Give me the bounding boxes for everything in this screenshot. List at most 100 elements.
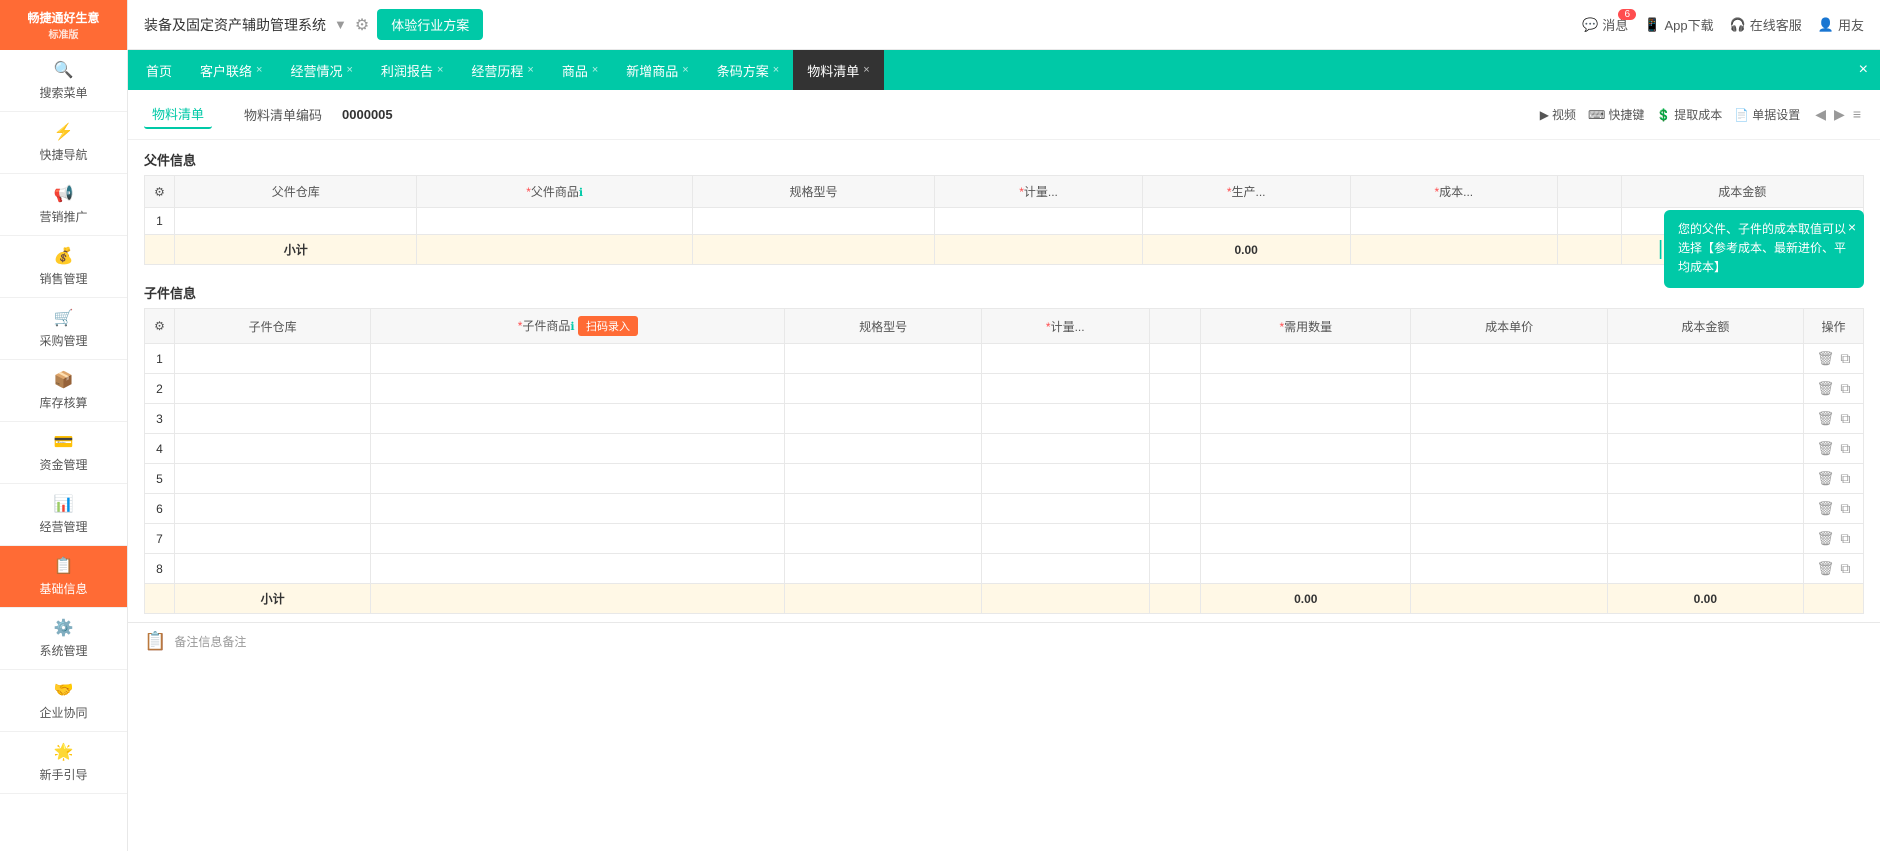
copy-icon[interactable]: ⧉ <box>1840 410 1850 427</box>
child-unit-cell[interactable] <box>981 344 1149 374</box>
child-unit-cost-cell[interactable] <box>1411 524 1607 554</box>
breadcrumb-tab-code[interactable]: 物料清单编码 <box>236 101 330 128</box>
child-unit-cost-cell[interactable] <box>1411 374 1607 404</box>
user-item[interactable]: 👤 用友 <box>1818 15 1864 34</box>
tab-products[interactable]: 商品 × <box>548 50 612 90</box>
sidebar-item-purchase[interactable]: 🛒 采购管理 <box>0 298 127 360</box>
shortcut-button[interactable]: ⌨ 快捷键 <box>1588 106 1644 123</box>
child-product-cell[interactable] <box>371 434 785 464</box>
tab-home[interactable]: 首页 <box>132 50 186 90</box>
copy-icon[interactable]: ⧉ <box>1840 560 1850 577</box>
tab-history[interactable]: 经营历程 × <box>457 50 547 90</box>
child-quantity-cell[interactable] <box>1201 524 1411 554</box>
parent-cost-cell[interactable] <box>1350 208 1558 235</box>
child-product-cell[interactable] <box>371 494 785 524</box>
tab-close-icon[interactable]: × <box>773 64 779 76</box>
child-spec-cell[interactable] <box>785 554 981 584</box>
delete-icon[interactable]: 🗑 <box>1817 410 1835 427</box>
child-warehouse-cell[interactable] <box>175 464 371 494</box>
child-product-cell[interactable] <box>371 404 785 434</box>
tab-close-icon[interactable]: × <box>527 64 533 76</box>
child-quantity-cell[interactable] <box>1201 404 1411 434</box>
tab-barcode[interactable]: 条码方案 × <box>703 50 793 90</box>
child-unit-cell[interactable] <box>981 434 1149 464</box>
child-col-settings[interactable]: ⚙ <box>145 309 175 344</box>
delete-icon[interactable]: 🗑 <box>1817 530 1835 547</box>
delete-icon[interactable]: 🗑 <box>1817 380 1835 397</box>
child-spec-cell[interactable] <box>785 344 981 374</box>
breadcrumb-tab-bom[interactable]: 物料清单 <box>144 100 212 129</box>
parent-production-cell[interactable] <box>1142 208 1350 235</box>
sidebar-item-collab[interactable]: 🤝 企业协同 <box>0 670 127 732</box>
child-warehouse-cell[interactable] <box>175 554 371 584</box>
settings-icon[interactable]: ⚙ <box>355 15 369 35</box>
tab-close-icon[interactable]: × <box>256 64 262 76</box>
sidebar-item-marketing[interactable]: 📢 营销推广 <box>0 174 127 236</box>
child-quantity-cell[interactable] <box>1201 554 1411 584</box>
child-quantity-cell[interactable] <box>1201 344 1411 374</box>
child-product-cell[interactable] <box>371 374 785 404</box>
copy-icon[interactable]: ⧉ <box>1840 470 1850 487</box>
sidebar-item-inventory[interactable]: 📦 库存核算 <box>0 360 127 422</box>
copy-icon[interactable]: ⧉ <box>1840 380 1850 397</box>
tooltip-close-button[interactable]: × <box>1848 216 1856 238</box>
child-product-cell[interactable] <box>371 344 785 374</box>
child-unit-cost-cell[interactable] <box>1411 464 1607 494</box>
delete-icon[interactable]: 🗑 <box>1817 470 1835 487</box>
child-unit-cell[interactable] <box>981 464 1149 494</box>
parent-product-cell[interactable] <box>417 208 692 235</box>
child-spec-cell[interactable] <box>785 374 981 404</box>
message-item[interactable]: 💬 消息 6 <box>1582 15 1628 34</box>
child-warehouse-cell[interactable] <box>175 404 371 434</box>
tab-close-icon[interactable]: × <box>346 64 352 76</box>
child-unit-cost-cell[interactable] <box>1411 434 1607 464</box>
child-unit-cell[interactable] <box>981 524 1149 554</box>
app-download-item[interactable]: 📱 App下载 <box>1644 15 1713 34</box>
extract-cost-button[interactable]: 💲 提取成本 <box>1656 106 1722 123</box>
child-unit-cost-cell[interactable] <box>1411 344 1607 374</box>
sidebar-item-basic[interactable]: 📋 基础信息 <box>0 546 127 608</box>
nav-prev-icon[interactable]: ◀ <box>1812 106 1829 123</box>
child-unit-cost-cell[interactable] <box>1411 494 1607 524</box>
delete-icon[interactable]: 🗑 <box>1817 500 1835 517</box>
child-spec-cell[interactable] <box>785 404 981 434</box>
view-button[interactable]: ▶ 视频 <box>1540 106 1576 123</box>
nav-menu-icon[interactable]: ≡ <box>1850 106 1864 123</box>
nav-next-icon[interactable]: ▶ <box>1831 106 1848 123</box>
child-warehouse-cell[interactable] <box>175 434 371 464</box>
tab-new-product[interactable]: 新增商品 × <box>612 50 702 90</box>
child-warehouse-cell[interactable] <box>175 494 371 524</box>
child-unit-cost-cell[interactable] <box>1411 404 1607 434</box>
child-warehouse-cell[interactable] <box>175 524 371 554</box>
tab-bom[interactable]: 物料清单 × <box>793 50 883 90</box>
child-spec-cell[interactable] <box>785 434 981 464</box>
tab-customers[interactable]: 客户联络 × <box>186 50 276 90</box>
parent-unit-cell[interactable] <box>935 208 1143 235</box>
sidebar-item-finance[interactable]: 💳 资金管理 <box>0 422 127 484</box>
delete-icon[interactable]: 🗑 <box>1817 440 1835 457</box>
copy-icon[interactable]: ⧉ <box>1840 350 1850 367</box>
child-unit-cell[interactable] <box>981 494 1149 524</box>
child-warehouse-cell[interactable] <box>175 374 371 404</box>
copy-icon[interactable]: ⧉ <box>1840 500 1850 517</box>
child-quantity-cell[interactable] <box>1201 494 1411 524</box>
child-product-cell[interactable] <box>371 524 785 554</box>
tab-close-icon[interactable]: × <box>863 64 869 76</box>
child-quantity-cell[interactable] <box>1201 374 1411 404</box>
sidebar-item-guide[interactable]: 🌟 新手引导 <box>0 732 127 794</box>
child-product-cell[interactable] <box>371 554 785 584</box>
trial-button[interactable]: 体验行业方案 <box>377 9 483 40</box>
tab-close-icon[interactable]: × <box>592 64 598 76</box>
child-product-info-icon[interactable]: ℹ <box>570 321 574 333</box>
child-unit-cell[interactable] <box>981 374 1149 404</box>
tab-operations[interactable]: 经营情况 × <box>276 50 366 90</box>
tab-close-icon[interactable]: × <box>437 64 443 76</box>
parent-warehouse-cell[interactable] <box>175 208 417 235</box>
tab-close-icon[interactable]: × <box>682 64 688 76</box>
child-quantity-cell[interactable] <box>1201 464 1411 494</box>
online-service-item[interactable]: 🎧 在线客服 <box>1730 15 1802 34</box>
scan-button[interactable]: 扫码录入 <box>578 316 638 336</box>
parent-product-info-icon[interactable]: ℹ <box>579 187 583 199</box>
child-warehouse-cell[interactable] <box>175 344 371 374</box>
child-unit-cell[interactable] <box>981 554 1149 584</box>
